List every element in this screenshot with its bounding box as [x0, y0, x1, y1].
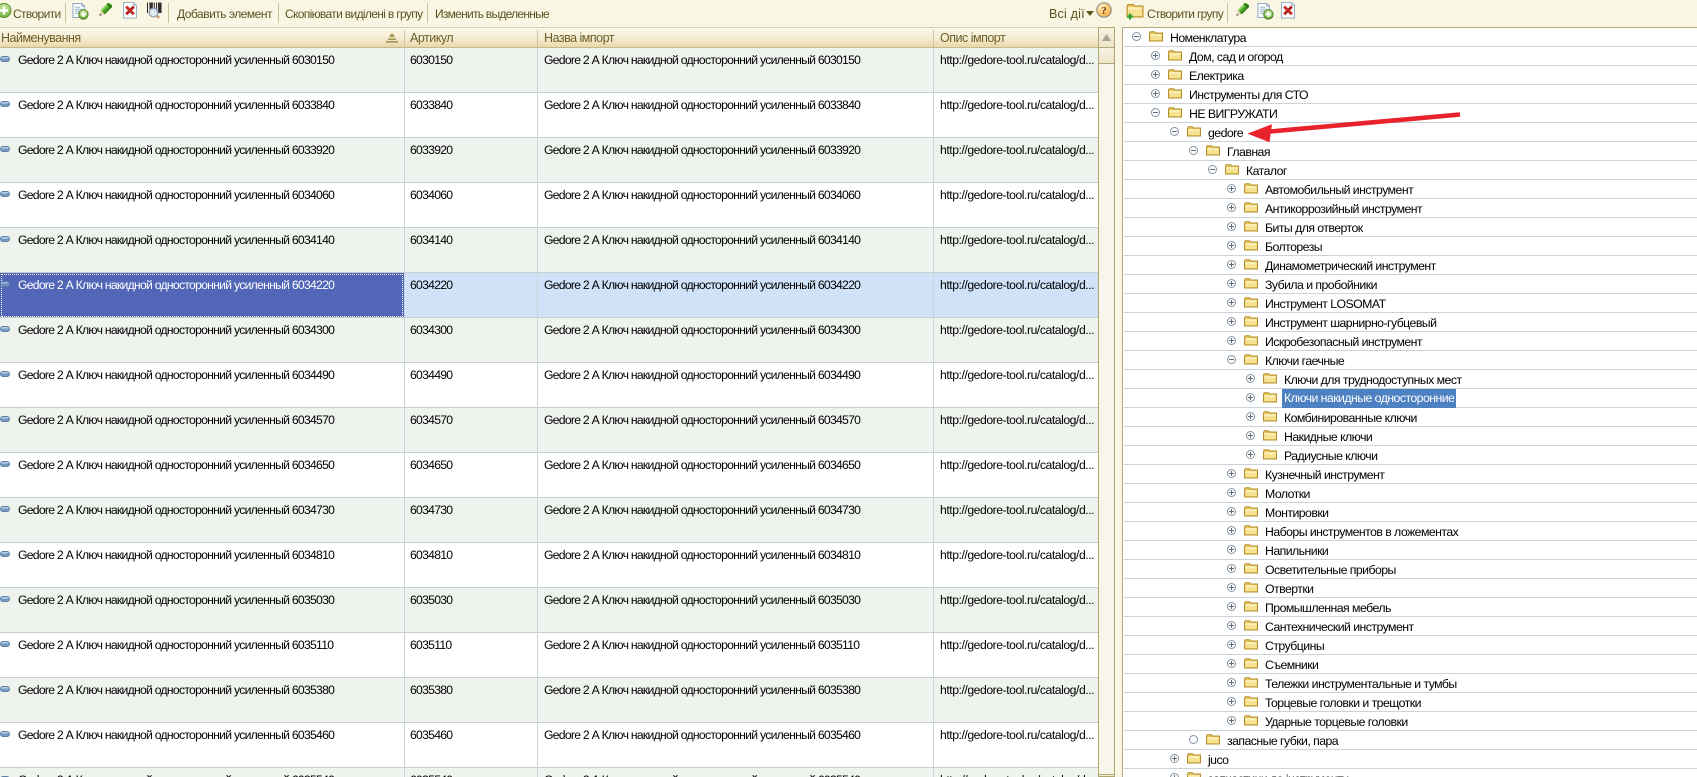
svg-text:?: ?: [1101, 5, 1107, 17]
